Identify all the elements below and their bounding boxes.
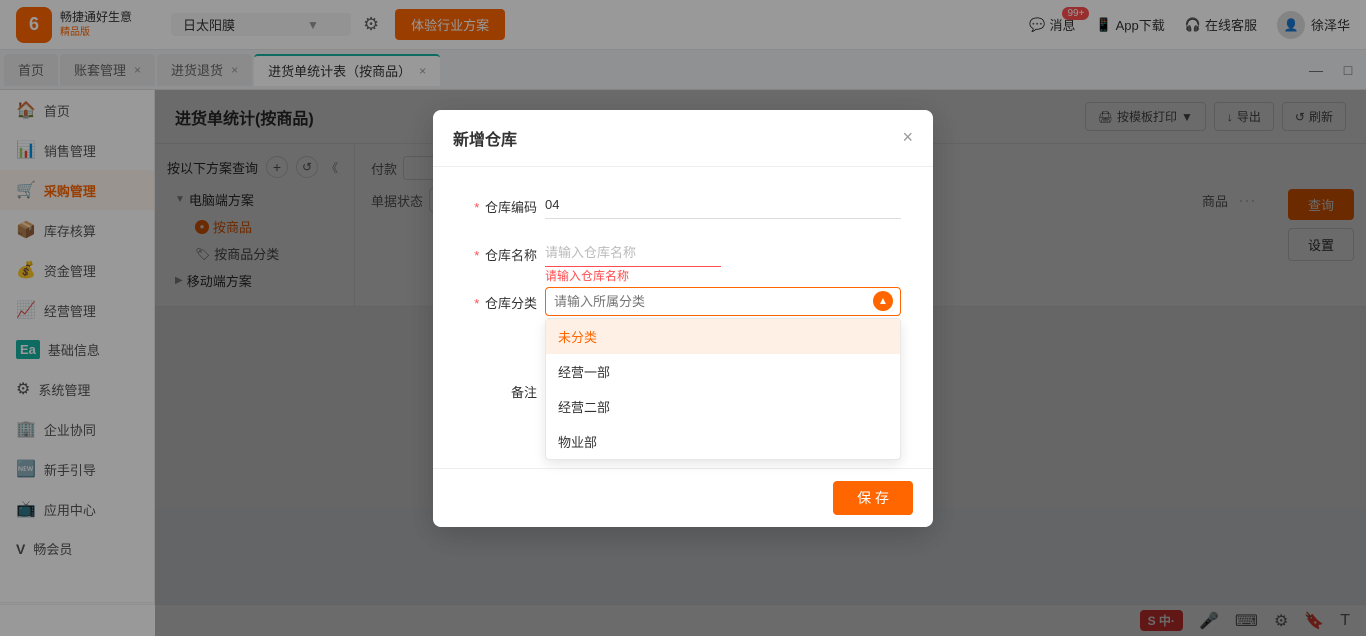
modal-header: 新增仓库 × <box>433 110 933 167</box>
modal-footer: 保 存 <box>433 468 933 527</box>
category-select-wrap: ▲ 未分类 经营一部 经营二部 物业部 <box>545 287 901 316</box>
category-dropdown: 未分类 经营一部 经营二部 物业部 <box>545 318 901 460</box>
category-row: * 仓库分类 ▲ 未分类 经营一部 经营二部 物业部 <box>465 287 901 316</box>
dropdown-item-dept2[interactable]: 经营二部 <box>546 389 900 424</box>
category-label: * 仓库分类 <box>465 287 545 312</box>
modal-overlay: 新增仓库 × * 仓库编码 * 仓库名称 <box>0 0 1366 636</box>
modal-title: 新增仓库 <box>453 126 517 150</box>
dropdown-item-dept1[interactable]: 经营一部 <box>546 354 900 389</box>
name-error-msg: 请输入仓库名称 <box>545 267 629 284</box>
code-field-wrap <box>545 191 901 219</box>
code-row: * 仓库编码 <box>465 191 901 219</box>
note-label: 备注 <box>465 376 545 401</box>
select-arrow-up-icon[interactable]: ▲ <box>873 291 893 311</box>
dropdown-item-uncategorized[interactable]: 未分类 <box>546 319 900 354</box>
name-field-wrap: 请输入仓库名称 <box>545 239 721 267</box>
dropdown-item-property[interactable]: 物业部 <box>546 424 900 459</box>
code-input[interactable] <box>545 191 901 219</box>
name-input[interactable] <box>545 239 721 267</box>
name-label: * 仓库名称 <box>465 239 545 264</box>
name-row: * 仓库名称 请输入仓库名称 <box>465 239 901 267</box>
save-button[interactable]: 保 存 <box>833 481 913 515</box>
modal-body: * 仓库编码 * 仓库名称 请输入仓库名称 <box>433 167 933 468</box>
modal-close-button[interactable]: × <box>902 127 913 148</box>
code-label: * 仓库编码 <box>465 191 545 216</box>
new-warehouse-modal: 新增仓库 × * 仓库编码 * 仓库名称 <box>433 110 933 527</box>
category-input[interactable] <box>545 287 901 316</box>
